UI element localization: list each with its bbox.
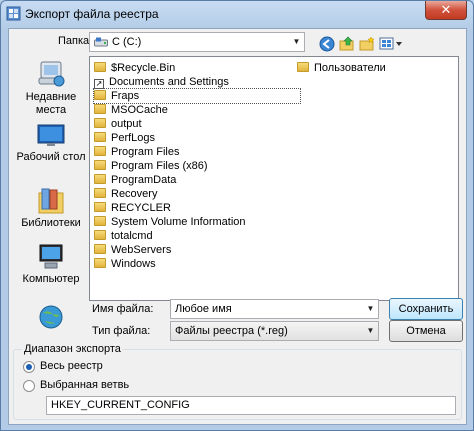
branch-input[interactable]: HKEY_CURRENT_CONFIG <box>46 396 456 415</box>
file-name: WebServers <box>111 244 172 256</box>
file-name: totalcmd <box>111 230 153 242</box>
folder-icon <box>94 174 106 184</box>
folder-icon <box>297 62 309 72</box>
filename-label: Имя файла: <box>92 303 154 315</box>
registry-app-icon <box>6 6 21 21</box>
branch-value: HKEY_CURRENT_CONFIG <box>51 399 190 411</box>
file-item-windows[interactable]: Windows <box>94 257 156 271</box>
close-icon: ✕ <box>440 2 452 17</box>
new-folder-icon[interactable] <box>359 36 375 52</box>
up-folder-icon[interactable] <box>339 36 355 52</box>
filename-value: Любое имя <box>175 303 232 315</box>
chevron-down-icon[interactable]: ▼ <box>363 300 378 318</box>
place-recent[interactable]: Недавние места <box>15 59 87 117</box>
radio-selected-branch-label[interactable]: Выбранная ветвь <box>40 379 129 391</box>
file-name: $Recycle.Bin <box>111 62 176 74</box>
file-name: Program Files <box>111 146 180 158</box>
export-range-title: Диапазон экспорта <box>22 343 123 355</box>
filetype-dropdown[interactable]: Файлы реестра (*.reg) ▼ <box>170 321 379 341</box>
file-name: Recovery <box>111 188 158 200</box>
file-item-program-files-x86[interactable]: Program Files (x86) <box>94 159 208 173</box>
network-icon <box>39 305 63 329</box>
drive-icon <box>94 37 108 47</box>
file-name: Documents and Settings <box>109 76 229 88</box>
chevron-down-icon[interactable]: ▼ <box>289 33 304 51</box>
file-name: RECYCLER <box>111 202 171 214</box>
file-item-output[interactable]: output <box>94 117 142 131</box>
filetype-label: Тип файла: <box>92 325 151 337</box>
file-item-totalcmd[interactable]: totalcmd <box>94 229 153 243</box>
view-menu-icon[interactable] <box>379 36 405 52</box>
file-name: MSOCache <box>111 104 168 116</box>
file-item-system-volume-information[interactable]: System Volume Information <box>94 215 246 229</box>
window-title: Экспорт файла реестра <box>25 7 159 21</box>
file-item-recycle-bin[interactable]: $Recycle.Bin <box>94 61 175 75</box>
folder-icon <box>94 258 106 268</box>
radio-all-registry-label[interactable]: Весь реестр <box>40 360 103 372</box>
place-network[interactable] <box>15 303 87 331</box>
place-recent-label-2: места <box>35 104 67 116</box>
folder-icon <box>94 244 106 254</box>
file-item-webservers[interactable]: WebServers <box>94 243 171 257</box>
file-list[interactable]: $Recycle.Bin ↗ Documents and Settings Fra… <box>89 56 459 301</box>
file-name: Windows <box>111 258 156 270</box>
folder-icon <box>94 216 106 226</box>
folder-icon <box>94 160 106 170</box>
cancel-button[interactable]: Отмена <box>389 320 463 342</box>
file-item-fraps[interactable]: Fraps <box>93 88 301 104</box>
places-bar: Недавние места Рабочий стол Библиотеки К… <box>15 55 87 329</box>
place-desktop-label: Рабочий стол <box>16 151 86 163</box>
folder-icon <box>94 62 106 72</box>
title-bar[interactable]: Экспорт файла реестра ✕ <box>1 1 473 27</box>
folder-icon <box>94 230 106 240</box>
export-range-group: Диапазон экспорта Весь реестр Выбранная … <box>13 343 462 420</box>
folder-icon <box>94 188 106 198</box>
file-name: Пользователи <box>314 62 386 74</box>
filename-input[interactable]: Любое имя ▼ <box>170 299 379 319</box>
folder-icon <box>94 118 106 128</box>
radio-all-registry[interactable] <box>23 361 35 373</box>
place-computer-label: Компьютер <box>22 273 80 285</box>
file-item-programdata[interactable]: ProgramData <box>94 173 176 187</box>
location-value: C (C:) <box>112 36 142 48</box>
file-name: PerfLogs <box>111 132 156 144</box>
filetype-value: Файлы реестра (*.reg) <box>175 325 288 337</box>
file-name: output <box>111 118 142 130</box>
file-item-users[interactable]: Пользователи <box>297 61 386 75</box>
libraries-icon <box>38 188 64 214</box>
file-item-recovery[interactable]: Recovery <box>94 187 157 201</box>
dialog-client-area: Папка: C (C:) ▼ Недавние места Рабочий с… <box>8 28 467 425</box>
place-desktop[interactable]: Рабочий стол <box>15 123 87 164</box>
location-label: Папка: <box>58 35 93 47</box>
file-name: Program Files (x86) <box>111 160 208 172</box>
folder-icon <box>94 132 106 142</box>
place-libraries-label: Библиотеки <box>21 217 81 229</box>
place-libraries[interactable]: Библиотеки <box>15 187 87 230</box>
file-item-recycler[interactable]: RECYCLER <box>94 201 171 215</box>
desktop-icon <box>37 124 65 146</box>
shortcut-folder-icon: ↗ <box>94 79 104 89</box>
place-computer[interactable]: Компьютер <box>15 243 87 286</box>
back-icon[interactable] <box>319 36 335 52</box>
folder-icon <box>94 146 106 156</box>
chevron-down-icon[interactable]: ▼ <box>363 322 378 340</box>
folder-icon <box>94 202 106 212</box>
file-item-documents-and-settings[interactable]: ↗ Documents and Settings <box>94 75 229 89</box>
file-name: System Volume Information <box>111 216 246 228</box>
file-name: Fraps <box>111 90 140 102</box>
recent-places-icon <box>38 61 65 87</box>
folder-icon <box>94 104 106 114</box>
file-item-program-files[interactable]: Program Files <box>94 145 179 159</box>
folder-icon <box>94 90 106 100</box>
file-name: ProgramData <box>111 174 177 186</box>
save-button[interactable]: Сохранить <box>389 298 463 320</box>
radio-selected-branch[interactable] <box>23 380 35 392</box>
file-item-perflogs[interactable]: PerfLogs <box>94 131 155 145</box>
close-button[interactable]: ✕ <box>425 1 467 20</box>
computer-icon <box>39 244 63 269</box>
place-recent-label-1: Недавние <box>25 91 77 103</box>
dialog-window: Экспорт файла реестра ✕ Папка: C (C:) ▼ <box>0 0 474 431</box>
location-dropdown[interactable]: C (C:) ▼ <box>89 32 305 52</box>
file-item-msocache[interactable]: MSOCache <box>94 103 168 117</box>
